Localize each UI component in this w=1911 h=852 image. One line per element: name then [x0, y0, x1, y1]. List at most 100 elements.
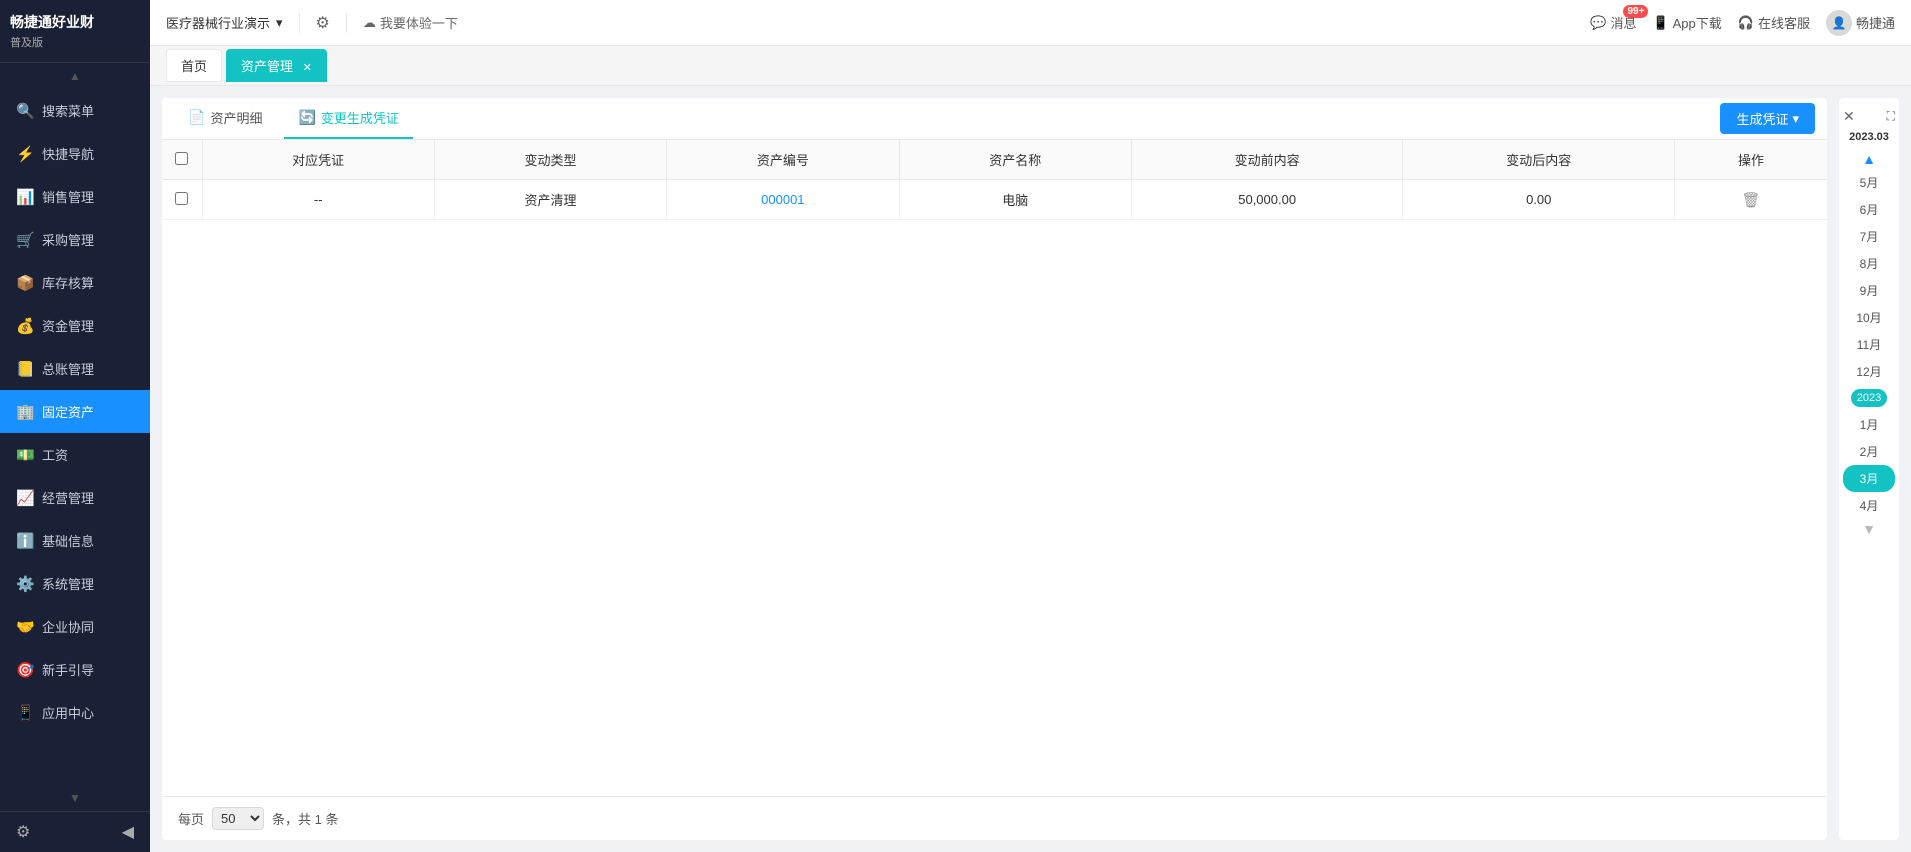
sub-tabs: 📄 资产明细 🔄 变更生成凭证 生成凭证 ▾ — [162, 98, 1827, 140]
sidebar-item-inventory[interactable]: 📦 库存核算 — [0, 261, 150, 304]
sidebar-nav: 🔍 搜索菜单 ⚡ 快捷导航 📊 销售管理 🛒 采购管理 📦 库存核算 💰 资金管… — [0, 89, 150, 785]
sidebar-item-label: 企业协同 — [42, 617, 94, 636]
experience-label: 我要体验一下 — [380, 13, 458, 32]
cart-icon: 🛒 — [16, 231, 34, 249]
company-name: 医疗器械行业演示 — [166, 13, 270, 32]
col-asset-no: 资产编号 — [667, 140, 899, 180]
page-size-select[interactable]: 50 10 20 100 — [212, 807, 264, 830]
timeline-month-5[interactable]: 5月 — [1839, 169, 1899, 196]
timeline-month-10[interactable]: 10月 — [1839, 304, 1899, 331]
info-icon: ℹ️ — [16, 532, 34, 550]
message-icon: 💬 — [1590, 15, 1606, 31]
avatar-icon: 👤 — [1832, 16, 1847, 30]
user-menu[interactable]: 👤 畅捷通 — [1826, 10, 1895, 36]
sidebar-item-label: 经营管理 — [42, 488, 94, 507]
delete-icon[interactable]: 🗑 — [1741, 192, 1760, 209]
sidebar-item-label: 搜索菜单 — [42, 101, 94, 120]
search-icon: 🔍 — [16, 102, 34, 120]
sidebar-item-basic-info[interactable]: ℹ️ 基础信息 — [0, 519, 150, 562]
timeline-year-2023[interactable]: 2023 — [1851, 389, 1887, 407]
lightning-icon: ⚡ — [16, 145, 34, 163]
timeline-down-arrow[interactable]: ▼ — [1862, 521, 1876, 537]
tab-home-label: 首页 — [181, 59, 207, 74]
app-download-btn[interactable]: 📱 App下载 — [1652, 13, 1721, 32]
topbar-right: 💬 消息 99+ 📱 App下载 🎧 在线客服 👤 畅捷通 — [1590, 10, 1895, 36]
col-before: 变动前内容 — [1131, 140, 1403, 180]
timeline-month-9[interactable]: 9月 — [1839, 277, 1899, 304]
table-footer: 每页 50 10 20 100 条，共 1 条 — [162, 796, 1827, 840]
sidebar-item-label: 工资 — [42, 445, 68, 464]
row-asset-name: 电脑 — [899, 180, 1131, 220]
timeline-year-label: 2023.03 — [1845, 129, 1893, 145]
company-selector[interactable]: 医疗器械行业演示 ▾ — [166, 13, 283, 32]
sidebar-item-funds[interactable]: 💰 资金管理 — [0, 304, 150, 347]
sidebar-scroll-down[interactable]: ▼ — [0, 789, 150, 807]
timeline-month-3[interactable]: 3月 — [1843, 465, 1895, 492]
cloud-icon: ☁ — [363, 15, 376, 31]
page-card: 📄 资产明细 🔄 变更生成凭证 生成凭证 ▾ — [162, 98, 1827, 840]
right-panel: ✕ ⛶ 2023.03 ▲ 5月 6月 7月 8月 9月 10月 11月 12月… — [1839, 98, 1899, 840]
tabbar: 首页 资产管理 ✕ — [150, 46, 1911, 86]
timeline-month-11[interactable]: 11月 — [1839, 331, 1899, 358]
generate-voucher-button[interactable]: 生成凭证 ▾ — [1720, 103, 1815, 134]
sidebar-item-search[interactable]: 🔍 搜索菜单 — [0, 89, 150, 132]
topbar: 医疗器械行业演示 ▾ ⚙ ☁ 我要体验一下 💬 消息 99+ 📱 App下载 🎧… — [150, 0, 1911, 46]
gear-icon[interactable]: ⚙ — [316, 13, 330, 33]
timeline-month-7[interactable]: 7月 — [1839, 223, 1899, 250]
timeline-month-4[interactable]: 4月 — [1839, 492, 1899, 519]
sidebar-item-sales[interactable]: 📊 销售管理 — [0, 175, 150, 218]
close-icon[interactable]: ✕ — [1843, 108, 1855, 125]
sidebar-item-guide[interactable]: 🎯 新手引导 — [0, 648, 150, 691]
content-area: 📄 资产明细 🔄 变更生成凭证 生成凭证 ▾ — [150, 86, 1911, 852]
select-all-checkbox[interactable] — [175, 152, 188, 165]
timeline-month-12[interactable]: 12月 — [1839, 358, 1899, 385]
expand-icon[interactable]: ⛶ — [1887, 109, 1895, 124]
asset-table-wrapper: 对应凭证 变动类型 资产编号 资产名称 变动前内容 变动后内容 操作 — [162, 140, 1827, 796]
sidebar-item-payroll[interactable]: 💵 工资 — [0, 433, 150, 476]
table-header-row: 对应凭证 变动类型 资产编号 资产名称 变动前内容 变动后内容 操作 — [162, 140, 1827, 180]
sidebar-item-label: 固定资产 — [42, 402, 94, 421]
row-asset-no: 000001 — [667, 180, 899, 220]
asset-table: 对应凭证 变动类型 资产编号 资产名称 变动前内容 变动后内容 操作 — [162, 140, 1827, 220]
sidebar-item-ledger[interactable]: 📒 总账管理 — [0, 347, 150, 390]
timeline-month-6[interactable]: 6月 — [1839, 196, 1899, 223]
chart-icon: 📊 — [16, 188, 34, 206]
sidebar-item-system[interactable]: ⚙️ 系统管理 — [0, 562, 150, 605]
sidebar-footer: ⚙ ◀ — [0, 811, 150, 852]
row-after: 0.00 — [1403, 180, 1675, 220]
logo-title: 畅捷通好业财 — [10, 12, 140, 32]
timeline-month-2[interactable]: 2月 — [1839, 438, 1899, 465]
sidebar-item-label: 基础信息 — [42, 531, 94, 550]
row-checkbox[interactable] — [175, 192, 188, 205]
tab-home[interactable]: 首页 — [166, 49, 222, 82]
messages-btn[interactable]: 💬 消息 99+ — [1590, 13, 1636, 32]
tab-asset-management-label: 资产管理 — [241, 59, 293, 74]
experience-btn[interactable]: ☁ 我要体验一下 — [363, 13, 458, 32]
sidebar-item-quick-nav[interactable]: ⚡ 快捷导航 — [0, 132, 150, 175]
tab-close-icon[interactable]: ✕ — [303, 62, 312, 74]
document-icon: 📄 — [188, 109, 205, 126]
topbar-divider — [299, 13, 300, 33]
topbar-divider2 — [346, 13, 347, 33]
sub-tab-change-voucher[interactable]: 🔄 变更生成凭证 — [284, 98, 412, 139]
sidebar-item-app-center[interactable]: 📱 应用中心 — [0, 691, 150, 734]
timeline-up-arrow[interactable]: ▲ — [1862, 151, 1876, 167]
sidebar: 畅捷通好业财 普及版 ▲ 🔍 搜索菜单 ⚡ 快捷导航 📊 销售管理 🛒 采购管理… — [0, 0, 150, 852]
timeline-month-8[interactable]: 8月 — [1839, 250, 1899, 277]
sidebar-item-fixed-assets[interactable]: 🏢 固定资产 — [0, 390, 150, 433]
tab-asset-management[interactable]: 资产管理 ✕ — [226, 49, 327, 82]
table-body: -- 资产清理 000001 电脑 50,000.00 0.00 🗑 — [162, 180, 1827, 220]
sidebar-item-operations[interactable]: 📈 经营管理 — [0, 476, 150, 519]
col-voucher: 对应凭证 — [202, 140, 434, 180]
sidebar-scroll-up[interactable]: ▲ — [0, 67, 150, 85]
sub-tab-asset-detail[interactable]: 📄 资产明细 — [174, 98, 276, 139]
total-label: 条，共 1 条 — [272, 809, 338, 828]
settings-icon[interactable]: ⚙ — [16, 822, 30, 842]
chevron-down-icon: ▾ — [276, 15, 283, 31]
timeline-month-1[interactable]: 1月 — [1839, 411, 1899, 438]
app-download-label: App下载 — [1673, 13, 1722, 32]
sidebar-item-purchase[interactable]: 🛒 采购管理 — [0, 218, 150, 261]
sidebar-item-enterprise[interactable]: 🤝 企业协同 — [0, 605, 150, 648]
online-service-btn[interactable]: 🎧 在线客服 — [1738, 13, 1810, 32]
collapse-icon[interactable]: ◀ — [122, 822, 134, 842]
